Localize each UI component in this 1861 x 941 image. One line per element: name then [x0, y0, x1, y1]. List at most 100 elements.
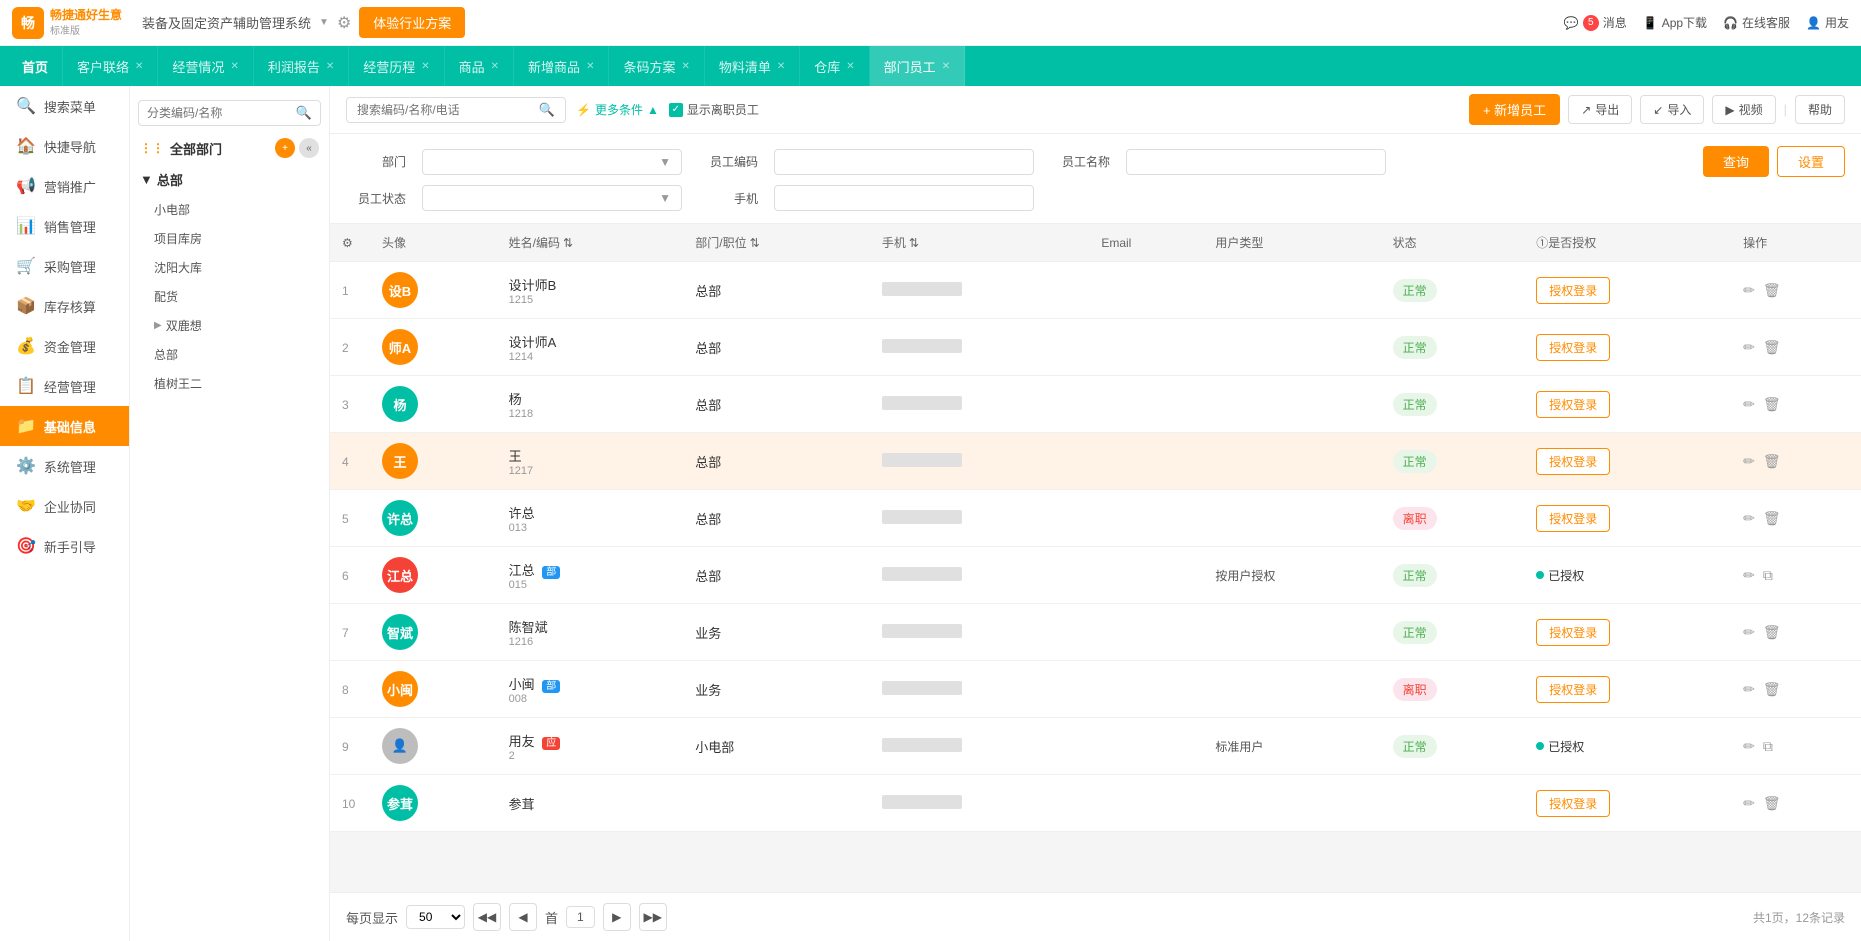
tab-warehouse[interactable]: 仓库 ✕ [800, 46, 869, 86]
edit-icon-4[interactable]: ✏ [1743, 453, 1755, 470]
tree-node-hq[interactable]: ▼ 总部 [130, 164, 329, 195]
emp-code-input[interactable] [774, 149, 1034, 175]
delete-icon-7[interactable]: 🗑 [1763, 624, 1781, 641]
tab-profit[interactable]: 利润报告 ✕ [254, 46, 349, 86]
auth-button-10[interactable]: 授权登录 [1536, 790, 1610, 817]
sidebar-item-collab[interactable]: 🤝 企业协同 [0, 486, 129, 526]
delete-icon-10[interactable]: 🗑 [1763, 795, 1781, 812]
message-button[interactable]: 💬 5 消息 [1564, 14, 1627, 31]
tab-home[interactable]: 首页 [8, 46, 63, 86]
sidebar-item-system[interactable]: ⚙️ 系统管理 [0, 446, 129, 486]
tab-warehouse-close[interactable]: ✕ [846, 61, 854, 72]
view-button[interactable]: ▶ 视频 [1712, 95, 1775, 124]
system-title-dropdown-icon[interactable]: ▼ [319, 17, 329, 28]
tab-barcode[interactable]: 条码方案 ✕ [609, 46, 704, 86]
tab-bom[interactable]: 物料清单 ✕ [705, 46, 800, 86]
sidebar-item-marketing[interactable]: 📢 营销推广 [0, 166, 129, 206]
copy-icon-9[interactable]: ⧉ [1763, 738, 1773, 755]
tab-add-product-close[interactable]: ✕ [586, 61, 594, 72]
dept-select[interactable]: ▼ [422, 149, 682, 175]
settings-gear-icon[interactable]: ⚙ [342, 236, 353, 250]
tab-department-close[interactable]: ✕ [942, 61, 950, 72]
settings-icon[interactable]: ⚙ [337, 13, 351, 33]
edit-icon-5[interactable]: ✏ [1743, 510, 1755, 527]
export-button[interactable]: ↗ 导出 [1568, 95, 1632, 124]
edit-icon-3[interactable]: ✏ [1743, 396, 1755, 413]
tab-profit-close[interactable]: ✕ [326, 61, 334, 72]
tree-node-project[interactable]: 项目库房 [130, 224, 329, 253]
tab-department[interactable]: 部门员工 ✕ [870, 46, 965, 86]
col-phone[interactable]: 手机 ⇅ [870, 224, 1090, 262]
set-button[interactable]: 设置 [1777, 146, 1845, 177]
copy-icon-6[interactable]: ⧉ [1763, 567, 1773, 584]
tree-add-button[interactable]: + [275, 138, 295, 158]
edit-icon-9[interactable]: ✏ [1743, 738, 1755, 755]
tab-customer-close[interactable]: ✕ [135, 61, 143, 72]
edit-icon-1[interactable]: ✏ [1743, 282, 1755, 299]
sidebar-item-inventory[interactable]: 📦 库存核算 [0, 286, 129, 326]
tab-bom-close[interactable]: ✕ [777, 61, 785, 72]
current-page[interactable]: 1 [566, 906, 595, 928]
sidebar-item-sales[interactable]: 📊 销售管理 [0, 206, 129, 246]
user-button[interactable]: 👤 用友 [1806, 14, 1849, 31]
first-page-button[interactable]: ◀◀ [473, 903, 501, 931]
phone-input[interactable] [774, 185, 1034, 211]
sidebar-item-operations[interactable]: 📋 经营管理 [0, 366, 129, 406]
delete-icon-5[interactable]: 🗑 [1763, 510, 1781, 527]
tab-customer[interactable]: 客户联络 ✕ [63, 46, 158, 86]
tree-node-distribution[interactable]: 配货 [130, 282, 329, 311]
search-input[interactable] [357, 103, 539, 117]
auth-button-1[interactable]: 授权登录 [1536, 277, 1610, 304]
filter-more-button[interactable]: ⚡ 更多条件 ▲ [576, 101, 659, 118]
edit-icon-8[interactable]: ✏ [1743, 681, 1755, 698]
tree-search-input[interactable] [147, 106, 296, 120]
sidebar-item-basic[interactable]: 📁 基础信息 [0, 406, 129, 446]
tab-history-close[interactable]: ✕ [421, 61, 429, 72]
auth-button-3[interactable]: 授权登录 [1536, 391, 1610, 418]
auth-button-8[interactable]: 授权登录 [1536, 676, 1610, 703]
tab-history[interactable]: 经营历程 ✕ [349, 46, 444, 86]
online-service-button[interactable]: 🎧 在线客服 [1723, 14, 1790, 31]
emp-status-select[interactable]: ▼ [422, 185, 682, 211]
sidebar-item-search[interactable]: 🔍 搜索菜单 [0, 86, 129, 126]
auth-button-5[interactable]: 授权登录 [1536, 505, 1610, 532]
edit-icon-7[interactable]: ✏ [1743, 624, 1755, 641]
sidebar-item-finance[interactable]: 💰 资金管理 [0, 326, 129, 366]
search-button[interactable]: 查询 [1703, 146, 1769, 177]
prev-page-button[interactable]: ◀ [509, 903, 537, 931]
auth-button-4[interactable]: 授权登录 [1536, 448, 1610, 475]
emp-name-input[interactable] [1126, 149, 1386, 175]
delete-icon-3[interactable]: 🗑 [1763, 396, 1781, 413]
tree-node-zhishu[interactable]: 植树王二 [130, 369, 329, 398]
next-page-button[interactable]: ▶ [603, 903, 631, 931]
tab-operation[interactable]: 经营情况 ✕ [158, 46, 253, 86]
tab-barcode-close[interactable]: ✕ [681, 61, 689, 72]
per-page-select[interactable]: 50 100 200 [406, 905, 465, 929]
tree-node-dual[interactable]: ▶ 双鹿想 [130, 311, 329, 340]
help-button[interactable]: 帮助 [1795, 95, 1845, 124]
edit-icon-2[interactable]: ✏ [1743, 339, 1755, 356]
edit-icon-6[interactable]: ✏ [1743, 567, 1755, 584]
auth-button-2[interactable]: 授权登录 [1536, 334, 1610, 361]
col-name-code[interactable]: 姓名/编码 ⇅ [497, 224, 684, 262]
add-employee-button[interactable]: + 新增员工 [1469, 94, 1560, 125]
tree-node-electronics[interactable]: 小电部 [130, 195, 329, 224]
edit-icon-10[interactable]: ✏ [1743, 795, 1755, 812]
delete-icon-4[interactable]: 🗑 [1763, 453, 1781, 470]
import-button[interactable]: ↙ 导入 [1640, 95, 1704, 124]
tree-collapse-button[interactable]: « [299, 138, 319, 158]
app-download-button[interactable]: 📱 App下载 [1643, 14, 1707, 31]
trial-button[interactable]: 体验行业方案 [359, 7, 465, 38]
delete-icon-8[interactable]: 🗑 [1763, 681, 1781, 698]
last-page-button[interactable]: ▶▶ [639, 903, 667, 931]
auth-button-7[interactable]: 授权登录 [1536, 619, 1610, 646]
tab-operation-close[interactable]: ✕ [230, 61, 238, 72]
tab-product[interactable]: 商品 ✕ [445, 46, 514, 86]
tree-node-hq2[interactable]: 总部 [130, 340, 329, 369]
sidebar-item-guide[interactable]: 🎯 新手引导 [0, 526, 129, 566]
delete-icon-1[interactable]: 🗑 [1763, 282, 1781, 299]
tree-node-shenyang[interactable]: 沈阳大库 [130, 253, 329, 282]
tab-add-product[interactable]: 新增商品 ✕ [514, 46, 609, 86]
col-dept-position[interactable]: 部门/职位 ⇅ [683, 224, 870, 262]
delete-icon-2[interactable]: 🗑 [1763, 339, 1781, 356]
